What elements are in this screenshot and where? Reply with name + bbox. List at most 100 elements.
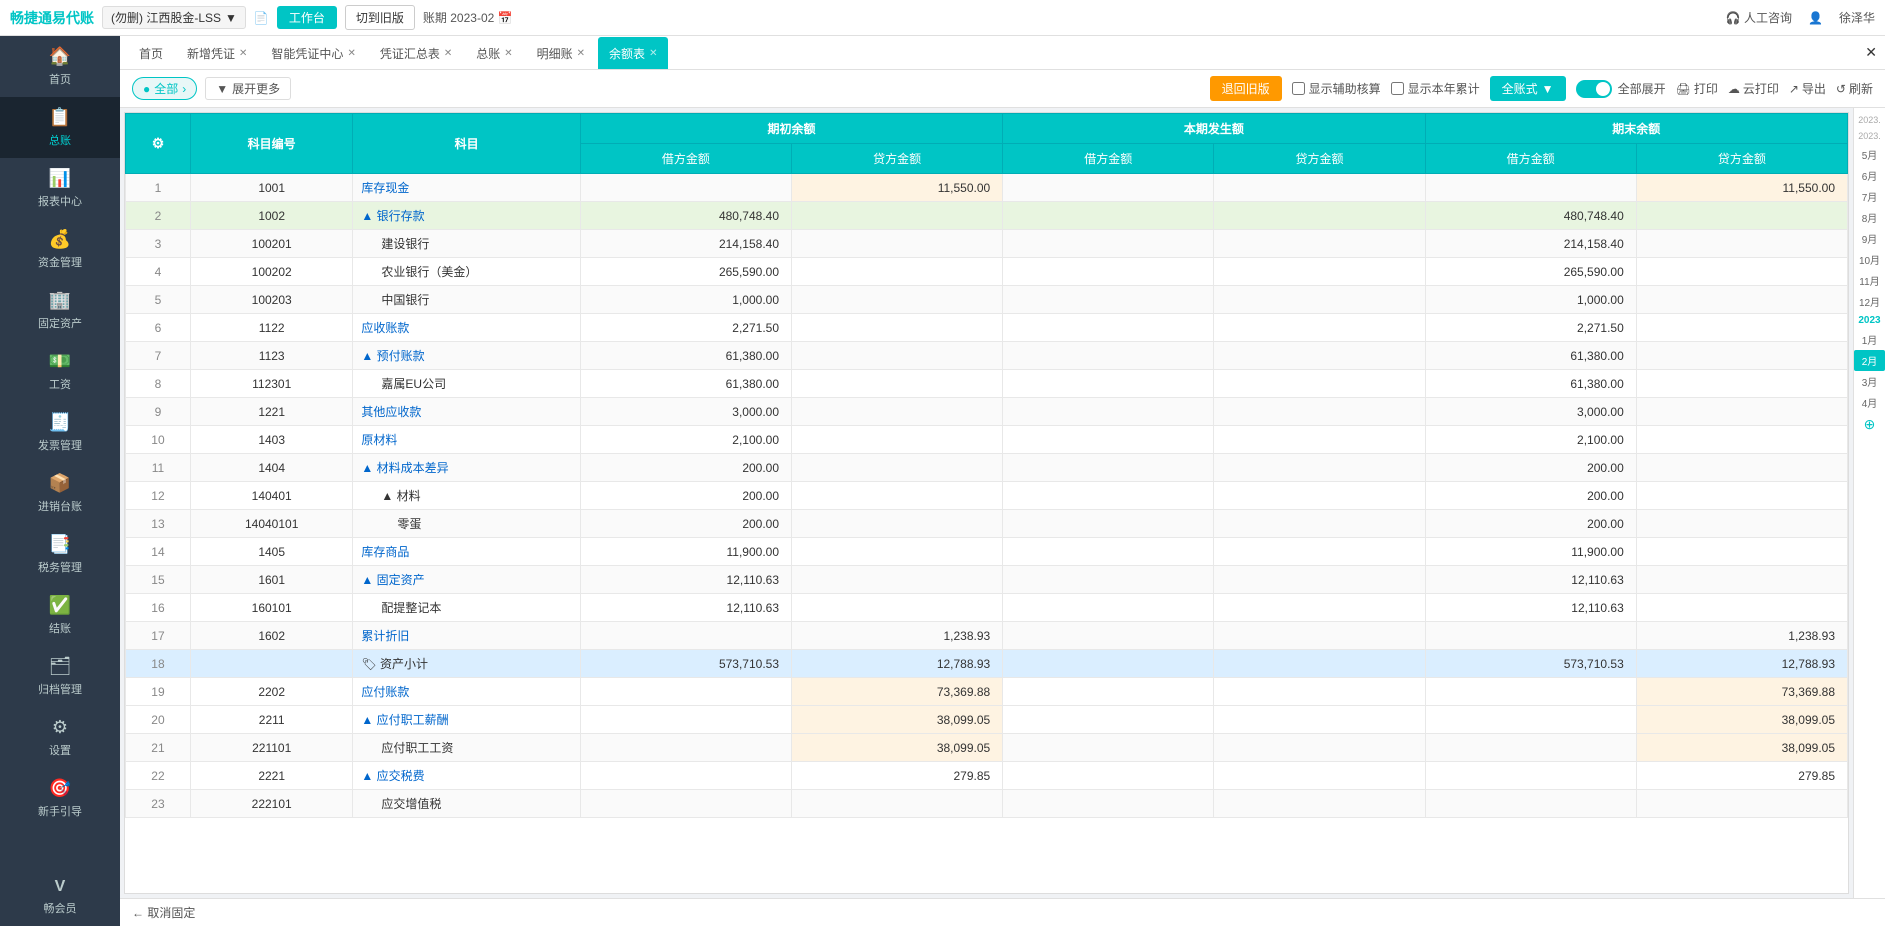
table-row-subject[interactable]: 应收账款 bbox=[353, 314, 580, 342]
table-row-subject[interactable]: 嘉属EU公司 bbox=[353, 370, 580, 398]
table-row-amount bbox=[1214, 314, 1425, 342]
table-row-subject[interactable]: ▲ 应交税费 bbox=[353, 762, 580, 790]
table-row-subject[interactable]: ▲ 应付职工薪酬 bbox=[353, 706, 580, 734]
timeline-month-7[interactable]: 7月 bbox=[1854, 186, 1885, 207]
tab-detail-ledger[interactable]: 明细账 ✕ bbox=[526, 37, 596, 69]
year-checkbox[interactable] bbox=[1391, 82, 1404, 95]
table-row-subject[interactable]: ▲ 材料 bbox=[353, 482, 580, 510]
tab-smart-voucher-close[interactable]: ✕ bbox=[347, 48, 355, 59]
timeline-month-11[interactable]: 11月 bbox=[1854, 270, 1885, 291]
work-button[interactable]: 工作台 bbox=[277, 6, 337, 29]
table-row-subject[interactable]: ▲ 银行存款 bbox=[353, 202, 580, 230]
timeline-month-3[interactable]: 3月 bbox=[1854, 371, 1885, 392]
unpin-button[interactable]: ← 取消固定 bbox=[132, 904, 195, 921]
doc-icon[interactable]: 📄 bbox=[254, 11, 269, 25]
table-row-subject[interactable]: ▲ 材料成本差异 bbox=[353, 454, 580, 482]
timeline-month-2[interactable]: 2月 bbox=[1854, 350, 1885, 371]
cloud-print-button[interactable]: ☁ 云打印 bbox=[1728, 80, 1779, 97]
timeline-month-4[interactable]: 4月 bbox=[1854, 392, 1885, 413]
timeline-month-8[interactable]: 8月 bbox=[1854, 207, 1885, 228]
tab-smart-voucher[interactable]: 智能凭证中心 ✕ bbox=[260, 37, 366, 69]
timeline-month-10[interactable]: 10月 bbox=[1854, 249, 1885, 270]
consult-btn[interactable]: 🎧 人工咨询 bbox=[1726, 9, 1792, 26]
settings-gear-icon[interactable]: ⚙ bbox=[152, 135, 165, 151]
timeline-year-2023-top[interactable]: 2023. bbox=[1854, 112, 1885, 128]
table-row-subject[interactable]: 库存商品 bbox=[353, 538, 580, 566]
toolbar: ● 全部 › ▼ 展开更多 退回旧版 显示辅助核算 显示本年累计 bbox=[120, 70, 1885, 108]
tab-general-ledger[interactable]: 总账 ✕ bbox=[465, 37, 523, 69]
tab-voucher-summary[interactable]: 凭证汇总表 ✕ bbox=[369, 37, 463, 69]
timeline-month-6[interactable]: 6月 bbox=[1854, 165, 1885, 186]
sidebar-item-invoice[interactable]: 🧾 发票管理 bbox=[0, 402, 120, 463]
timeline-month-1[interactable]: 1月 bbox=[1854, 329, 1885, 350]
aux-checkbox[interactable] bbox=[1292, 82, 1305, 95]
return-button[interactable]: 退回旧版 bbox=[1210, 76, 1282, 101]
timeline-expand-icon[interactable]: ⊕ bbox=[1854, 413, 1885, 436]
toggle-control[interactable] bbox=[1576, 80, 1612, 98]
timeline-year-2023[interactable]: 2023 bbox=[1854, 312, 1885, 329]
export-button[interactable]: ↗ 导出 bbox=[1789, 80, 1826, 97]
tab-new-voucher[interactable]: 新增凭证 ✕ bbox=[176, 37, 258, 69]
sidebar-item-home[interactable]: 🏠 首页 bbox=[0, 36, 120, 97]
all-button[interactable]: ● 全部 › bbox=[132, 77, 197, 100]
refresh-button[interactable]: ↺ 刷新 bbox=[1836, 80, 1873, 97]
table-row-subject[interactable]: 建设银行 bbox=[353, 230, 580, 258]
print-button[interactable]: 🖨 打印 bbox=[1676, 80, 1718, 97]
switch-button[interactable]: 切到旧版 bbox=[345, 5, 415, 30]
table-row-amount bbox=[1003, 762, 1214, 790]
main-layout: 🏠 首页 📋 总账 📊 报表中心 💰 资金管理 🏢 固定资产 💵 工资 🧾 发票… bbox=[0, 36, 1885, 926]
timeline-month-12[interactable]: 12月 bbox=[1854, 291, 1885, 312]
table-row-amount: 2,271.50 bbox=[1425, 314, 1636, 342]
table-row-amount bbox=[1003, 342, 1214, 370]
tab-detail-ledger-close[interactable]: ✕ bbox=[577, 48, 585, 59]
table-row-no: 20 bbox=[126, 706, 191, 734]
table-row-subject[interactable]: 应付账款 bbox=[353, 678, 580, 706]
table-row-subject[interactable]: 中国银行 bbox=[353, 286, 580, 314]
table-row-subject[interactable]: 零蛋 bbox=[353, 510, 580, 538]
tab-new-voucher-close[interactable]: ✕ bbox=[239, 48, 247, 59]
table-row-code: 1221 bbox=[190, 398, 352, 426]
table-container[interactable]: ⚙ 科目编号 科目 期初余额 本期发生额 期末余额 借方金额 贷方金额 借方金额 bbox=[124, 112, 1849, 894]
sidebar-item-vip[interactable]: V 畅会员 bbox=[0, 868, 120, 926]
sidebar-item-tax[interactable]: 📑 税务管理 bbox=[0, 524, 120, 585]
table-row-subject[interactable]: 库存现金 bbox=[353, 174, 580, 202]
tab-balance[interactable]: 余额表 ✕ bbox=[598, 37, 668, 69]
table-row-subject[interactable]: 应付职工工资 bbox=[353, 734, 580, 762]
sidebar-item-settings[interactable]: ⚙ 设置 bbox=[0, 707, 120, 768]
format-button[interactable]: 全账式 ▼ bbox=[1490, 76, 1566, 101]
sidebar-item-sales[interactable]: 📦 进销台账 bbox=[0, 463, 120, 524]
tab-voucher-summary-close[interactable]: ✕ bbox=[444, 48, 452, 59]
close-all-icon[interactable]: ✕ bbox=[1865, 44, 1877, 61]
sidebar-item-salary[interactable]: 💵 工资 bbox=[0, 341, 120, 402]
user-avatar[interactable]: 👤 bbox=[1808, 11, 1823, 25]
sidebar-item-reports[interactable]: 📊 报表中心 bbox=[0, 158, 120, 219]
timeline-month-5[interactable]: 5月 bbox=[1854, 144, 1885, 165]
sidebar-item-ledger[interactable]: 📋 总账 bbox=[0, 97, 120, 158]
tab-balance-close[interactable]: ✕ bbox=[649, 48, 657, 59]
table-row-subject[interactable]: 原材料 bbox=[353, 426, 580, 454]
table-row-subject[interactable]: ▲ 固定资产 bbox=[353, 566, 580, 594]
sidebar-item-funds[interactable]: 💰 资金管理 bbox=[0, 219, 120, 280]
table-row-subject[interactable]: 🏷 资产小计 bbox=[353, 650, 580, 678]
table-row-subject[interactable]: 应交增值税 bbox=[353, 790, 580, 818]
timeline-year-2023-top2[interactable]: 2023. bbox=[1854, 128, 1885, 144]
sidebar-item-guide[interactable]: 🎯 新手引导 bbox=[0, 768, 120, 829]
table-row-subject[interactable]: ▲ 预付账款 bbox=[353, 342, 580, 370]
sidebar-item-archive[interactable]: 🗂 归档管理 bbox=[0, 646, 120, 707]
table-row-subject[interactable]: 其他应收款 bbox=[353, 398, 580, 426]
sidebar-item-assets[interactable]: 🏢 固定资产 bbox=[0, 280, 120, 341]
table-row-amount: 3,000.00 bbox=[1425, 398, 1636, 426]
table-row-subject[interactable]: 累计折旧 bbox=[353, 622, 580, 650]
company-selector[interactable]: (勿删) 江西股金-LSS ▼ bbox=[102, 6, 246, 29]
table-row-no: 2 bbox=[126, 202, 191, 230]
format-label: 全账式 bbox=[1502, 80, 1538, 97]
table-row-subject[interactable]: 配提整记本 bbox=[353, 594, 580, 622]
table-row-no: 6 bbox=[126, 314, 191, 342]
tab-general-ledger-close[interactable]: ✕ bbox=[504, 48, 512, 59]
sidebar-item-close[interactable]: ✅ 结账 bbox=[0, 585, 120, 646]
expand-button[interactable]: ▼ 展开更多 bbox=[205, 77, 291, 100]
tab-home[interactable]: 首页 bbox=[128, 37, 174, 69]
timeline-month-9[interactable]: 9月 bbox=[1854, 228, 1885, 249]
assets-icon: 🏢 bbox=[49, 290, 71, 311]
table-row-subject[interactable]: 农业银行（美金） bbox=[353, 258, 580, 286]
